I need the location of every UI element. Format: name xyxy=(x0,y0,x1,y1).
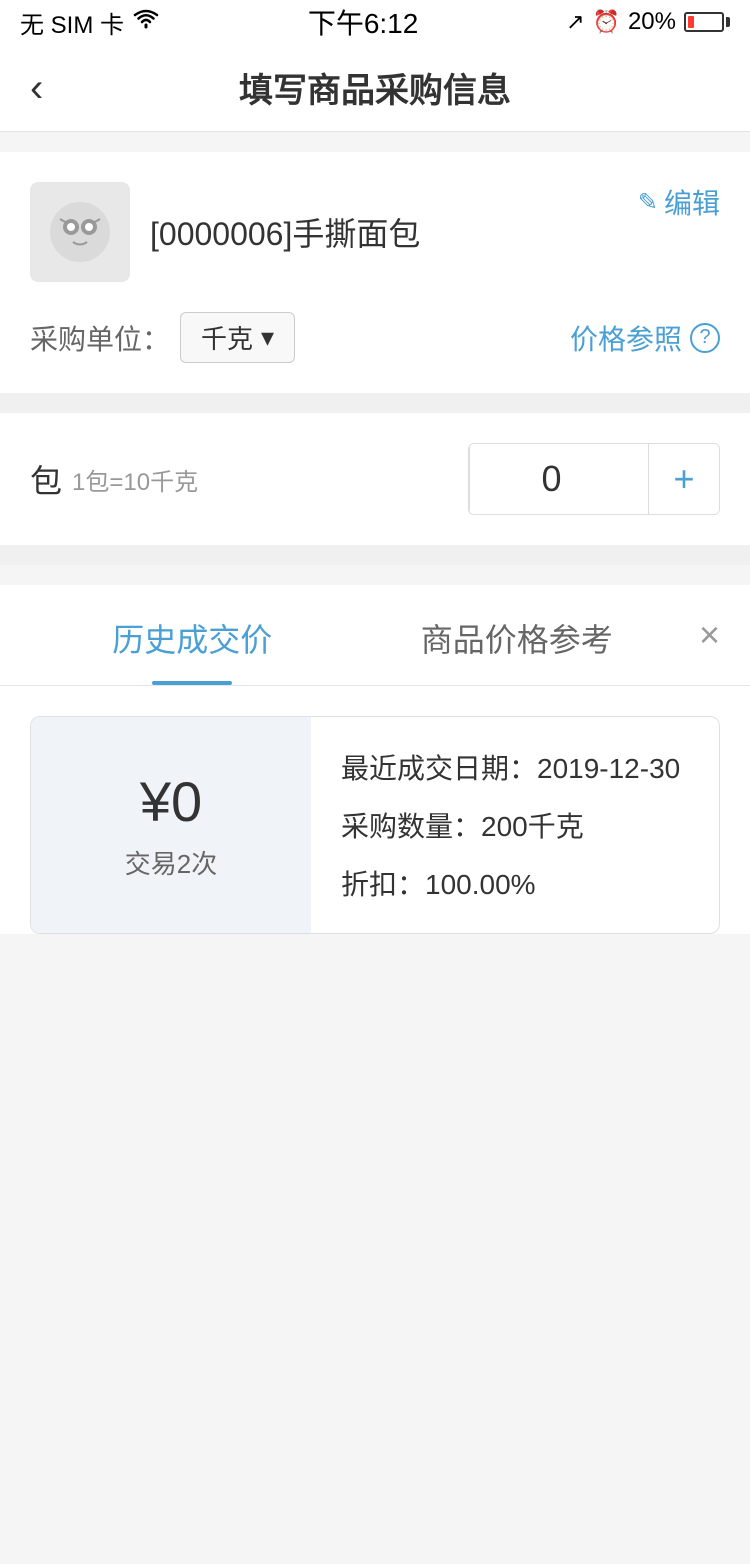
unit-name: 包 xyxy=(30,456,62,502)
section-divider xyxy=(0,393,750,413)
product-left: [0000006]手撕面包 xyxy=(30,182,420,282)
content-area xyxy=(0,964,750,1564)
quantity-input[interactable] xyxy=(469,444,649,514)
dropdown-arrow: ▾ xyxy=(261,322,274,353)
tabs-header: 历史成交价 商品价格参考 × xyxy=(0,585,750,686)
unit-selector[interactable]: 千克 ▾ xyxy=(180,312,295,363)
quantity-plus-button[interactable]: + xyxy=(649,444,719,514)
status-left: 无 SIM 卡 xyxy=(20,5,160,40)
tab-close-button[interactable]: × xyxy=(679,594,720,676)
product-image xyxy=(30,182,130,282)
edit-icon: ✎ xyxy=(638,188,658,217)
wifi-icon xyxy=(132,8,160,36)
product-header: [0000006]手撕面包 ✎ 编辑 xyxy=(30,182,720,282)
price-value: ¥0 xyxy=(140,769,202,834)
edit-link[interactable]: ✎ 编辑 xyxy=(638,182,720,222)
unit-hint: 1包=10千克 xyxy=(72,462,198,497)
page-title: 填写商品采购信息 xyxy=(239,63,511,112)
price-transactions: 交易2次 xyxy=(125,844,217,881)
price-ref-button[interactable]: 价格参照 ? xyxy=(570,318,720,358)
battery-icon xyxy=(684,12,730,32)
price-currency: ¥ xyxy=(140,770,171,833)
price-right-panel: 最近成交日期：2019-12-30 采购数量：200千克 折扣：100.00% xyxy=(311,717,719,933)
battery-percent: 20% xyxy=(628,8,676,36)
price-left-panel: ¥0 交易2次 xyxy=(31,717,311,933)
status-right: ↗ ⏰ 20% xyxy=(566,8,730,36)
sim-status: 无 SIM 卡 xyxy=(20,5,124,40)
location-icon: ↗ xyxy=(566,9,584,35)
tab-history-price[interactable]: 历史成交价 xyxy=(30,585,354,685)
quantity-control: + xyxy=(468,443,720,515)
tab-history-price-label: 历史成交价 xyxy=(112,622,272,658)
quantity-row: 包 1包=10千克 + xyxy=(0,413,750,545)
nav-bar: ‹ 填写商品采购信息 xyxy=(0,44,750,132)
edit-label: 编辑 xyxy=(664,182,720,222)
help-icon: ? xyxy=(699,326,710,349)
recent-date: 最近成交日期：2019-12-30 xyxy=(341,747,689,787)
discount: 折扣：100.00% xyxy=(341,863,689,903)
tab-product-price-ref[interactable]: 商品价格参考 xyxy=(354,585,678,685)
price-card: ¥0 交易2次 最近成交日期：2019-12-30 采购数量：200千克 折扣：… xyxy=(30,716,720,934)
back-button[interactable]: ‹ xyxy=(30,68,43,108)
tab-product-price-ref-label: 商品价格参考 xyxy=(421,622,613,658)
status-bar: 无 SIM 卡 下午6:12 ↗ ⏰ 20% xyxy=(0,0,750,44)
price-amount: 0 xyxy=(171,770,202,833)
product-card: [0000006]手撕面包 ✎ 编辑 采购单位： 千克 ▾ 价格参照 ? xyxy=(0,152,750,393)
product-unit-row: 采购单位： 千克 ▾ 价格参照 ? xyxy=(30,312,720,363)
tabs-section: 历史成交价 商品价格参考 × ¥0 交易2次 最近成交日期：2019-12-30… xyxy=(0,585,750,934)
purchase-qty: 采购数量：200千克 xyxy=(341,805,689,845)
unit-label-text: 采购单位： xyxy=(30,318,170,358)
tabs-divider xyxy=(0,545,750,565)
unit-value: 千克 xyxy=(201,319,253,356)
quantity-label: 包 1包=10千克 xyxy=(30,456,198,502)
status-time: 下午6:12 xyxy=(308,2,419,42)
help-circle-icon[interactable]: ? xyxy=(690,323,720,353)
price-ref-label: 价格参照 xyxy=(570,318,682,358)
product-name: [0000006]手撕面包 xyxy=(150,209,420,255)
unit-label: 采购单位： 千克 ▾ xyxy=(30,312,295,363)
alarm-icon: ⏰ xyxy=(593,9,620,35)
